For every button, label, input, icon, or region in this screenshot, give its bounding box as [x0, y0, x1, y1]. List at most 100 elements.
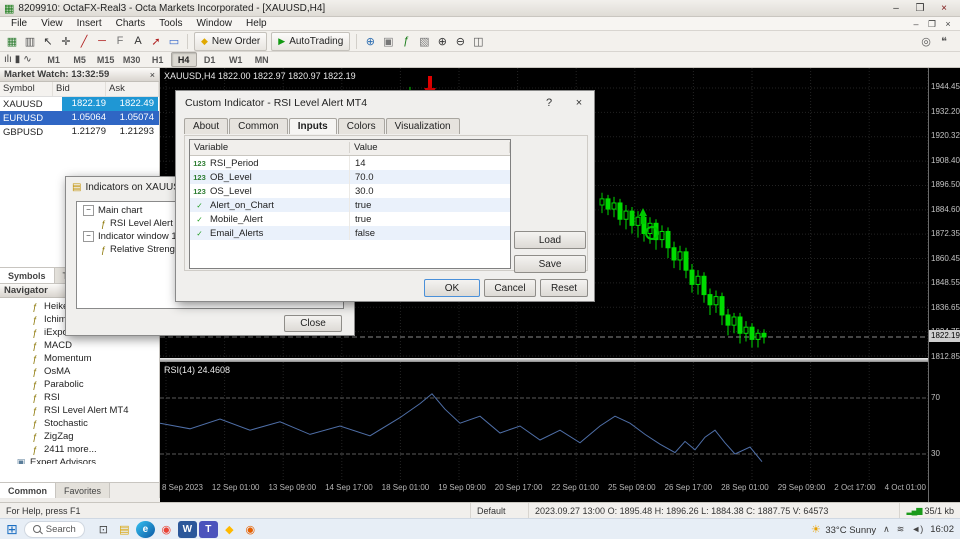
fibonacci-icon[interactable]: F [111, 33, 129, 50]
market-watch-tab[interactable]: Symbols [0, 268, 55, 283]
timeframe-button[interactable]: D1 [197, 52, 223, 67]
arrow-object-icon[interactable]: ➚ [147, 33, 165, 50]
variable-value[interactable]: 30.0 [350, 186, 510, 197]
mdi-minimize-icon[interactable]: – [908, 19, 924, 29]
taskbar-clock[interactable]: 16:02 [930, 524, 954, 535]
input-row[interactable]: 123 OB_Level 70.0 [190, 170, 510, 184]
navigator-indicator-item[interactable]: ƒ Stochastic [0, 417, 159, 430]
taskbar-search[interactable]: Search [23, 520, 85, 538]
new-order-button[interactable]: ◆ New Order [194, 31, 268, 51]
tile-windows-icon[interactable]: ◫ [469, 33, 487, 50]
cancel-button[interactable]: Cancel [484, 279, 536, 297]
network-icon[interactable]: ≋ [897, 524, 905, 535]
market-watch-row[interactable]: EURUSD 1.05064 1.05074 [0, 111, 159, 125]
collapse-icon[interactable]: − [83, 205, 94, 216]
navigator-tab[interactable]: Favorites [56, 483, 111, 498]
table-column-header[interactable]: Variable [190, 142, 350, 153]
dialog-tab[interactable]: Colors [337, 118, 385, 134]
input-row[interactable]: 123 OS_Level 30.0 [190, 184, 510, 198]
timeframe-button[interactable]: M5 [67, 52, 93, 67]
save-button[interactable]: Save [514, 255, 586, 273]
text-label-icon[interactable]: A [129, 33, 147, 50]
menu-item[interactable]: Charts [109, 18, 152, 29]
mdi-close-icon[interactable]: × [940, 19, 956, 29]
firefox-icon[interactable]: ◉ [241, 521, 260, 538]
chat-icon[interactable]: ❝ [935, 33, 953, 50]
navigator-indicator-item[interactable]: ƒ Momentum [0, 352, 159, 365]
navigator-tab[interactable]: Common [0, 483, 56, 498]
file-explorer-icon[interactable]: ▤ [115, 521, 134, 538]
market-watch-caption[interactable]: Market Watch: 13:32:59 × [0, 68, 159, 82]
dialog-tab[interactable]: About [184, 118, 229, 134]
menu-item[interactable]: Window [189, 18, 239, 29]
column-header[interactable]: Bid [53, 82, 106, 96]
dialog-tab[interactable]: Visualization [385, 118, 460, 134]
timeframe-button[interactable]: MN [249, 52, 275, 67]
bar-chart-icon[interactable]: ılı [4, 54, 12, 65]
autotrading-button[interactable]: ▶ AutoTrading [271, 31, 351, 51]
edge-icon[interactable]: e [135, 520, 155, 538]
status-profile[interactable]: Default [470, 503, 535, 518]
reset-button[interactable]: Reset [540, 279, 588, 297]
shapes-icon[interactable]: ▭ [165, 33, 183, 50]
ok-button[interactable]: OK [424, 279, 480, 297]
navigator-indicator-item[interactable]: ƒ RSI [0, 391, 159, 404]
custom-dialog-titlebar[interactable]: Custom Indicator - RSI Level Alert MT4 ?… [176, 91, 594, 115]
indicator-window-separator[interactable] [160, 358, 960, 362]
line-chart-icon[interactable]: ∿ [23, 54, 31, 65]
input-row[interactable]: ✓ Alert_on_Chart true [190, 198, 510, 212]
navigator-indicator-item[interactable]: ƒ MACD [0, 339, 159, 352]
timeframe-button[interactable]: H1 [145, 52, 171, 67]
task-view-icon[interactable]: ⊡ [94, 521, 113, 538]
variable-value[interactable]: 14 [350, 158, 510, 169]
dialog-tab[interactable]: Common [229, 118, 288, 134]
navigator-group-item[interactable]: ▣ Expert Advisors [0, 456, 159, 464]
timeframe-button[interactable]: H4 [170, 52, 197, 67]
search-icon[interactable]: ◎ [917, 33, 935, 50]
navigator-indicator-item[interactable]: ƒ Parabolic [0, 378, 159, 391]
menu-item[interactable]: Insert [70, 18, 109, 29]
volume-icon[interactable]: ◄) [911, 524, 923, 534]
inputs-table[interactable]: Variable Value 123 RSI_Period 14 123 OB_L… [189, 139, 511, 269]
time-axis[interactable]: 8 Sep 2023 12 Sep 01:00 13 Sep 09:00 14 Sep… [160, 480, 928, 502]
crosshair-icon[interactable]: ✛ [57, 33, 75, 50]
word-icon[interactable]: W [177, 520, 197, 538]
minimize-icon[interactable]: – [884, 1, 908, 15]
market-watch-row[interactable]: XAUUSD 1822.19 1822.49 [0, 97, 159, 111]
variable-value[interactable]: true [350, 214, 510, 225]
new-chart-icon[interactable]: ▦ [3, 33, 21, 50]
zoom-out-icon[interactable]: ⊖ [451, 33, 469, 50]
mdi-restore-icon[interactable]: ❐ [924, 19, 940, 30]
dialog-close-icon[interactable]: × [564, 91, 594, 115]
templates-icon[interactable]: ▧ [415, 33, 433, 50]
maximize-icon[interactable]: ❒ [908, 1, 932, 15]
menu-item[interactable]: Help [239, 18, 274, 29]
table-column-header[interactable]: Value [350, 142, 510, 153]
input-row[interactable]: ✓ Email_Alerts false [190, 226, 510, 240]
tray-chevron-icon[interactable]: ∧ [883, 524, 890, 535]
horizontal-line-icon[interactable]: ─ [93, 33, 111, 50]
navigator-indicator-item[interactable]: ƒ RSI Level Alert MT4 [0, 404, 159, 417]
input-row[interactable]: ✓ Mobile_Alert true [190, 212, 510, 226]
trendline-icon[interactable]: ╱ [75, 33, 93, 50]
menu-item[interactable]: View [34, 18, 70, 29]
navigator-indicator-item[interactable]: ƒ OsMA [0, 365, 159, 378]
column-header[interactable]: Symbol [0, 82, 53, 96]
taskbar-weather[interactable]: ☀ 33°C Sunny [811, 523, 876, 536]
navigator-indicator-item[interactable]: ƒ 2411 more... [0, 443, 159, 456]
mt4-icon[interactable]: ◆ [220, 521, 239, 538]
zoom-in-icon[interactable]: ⊕ [433, 33, 451, 50]
timeframe-button[interactable]: M15 [93, 52, 119, 67]
help-icon[interactable]: ? [534, 91, 564, 115]
variable-value[interactable]: false [350, 228, 510, 239]
close-button[interactable]: Close [284, 315, 342, 332]
start-icon[interactable]: ⊞ [6, 521, 18, 538]
chrome-icon[interactable]: ◉ [157, 521, 176, 538]
menu-item[interactable]: File [4, 18, 34, 29]
cursor-icon[interactable]: ↖ [39, 33, 57, 50]
timeframe-button[interactable]: M1 [41, 52, 67, 67]
expert-advisors-icon[interactable]: ▣ [379, 33, 397, 50]
timeframe-button[interactable]: W1 [223, 52, 249, 67]
input-row[interactable]: 123 RSI_Period 14 [190, 156, 510, 170]
profiles-icon[interactable]: ▥ [21, 33, 39, 50]
